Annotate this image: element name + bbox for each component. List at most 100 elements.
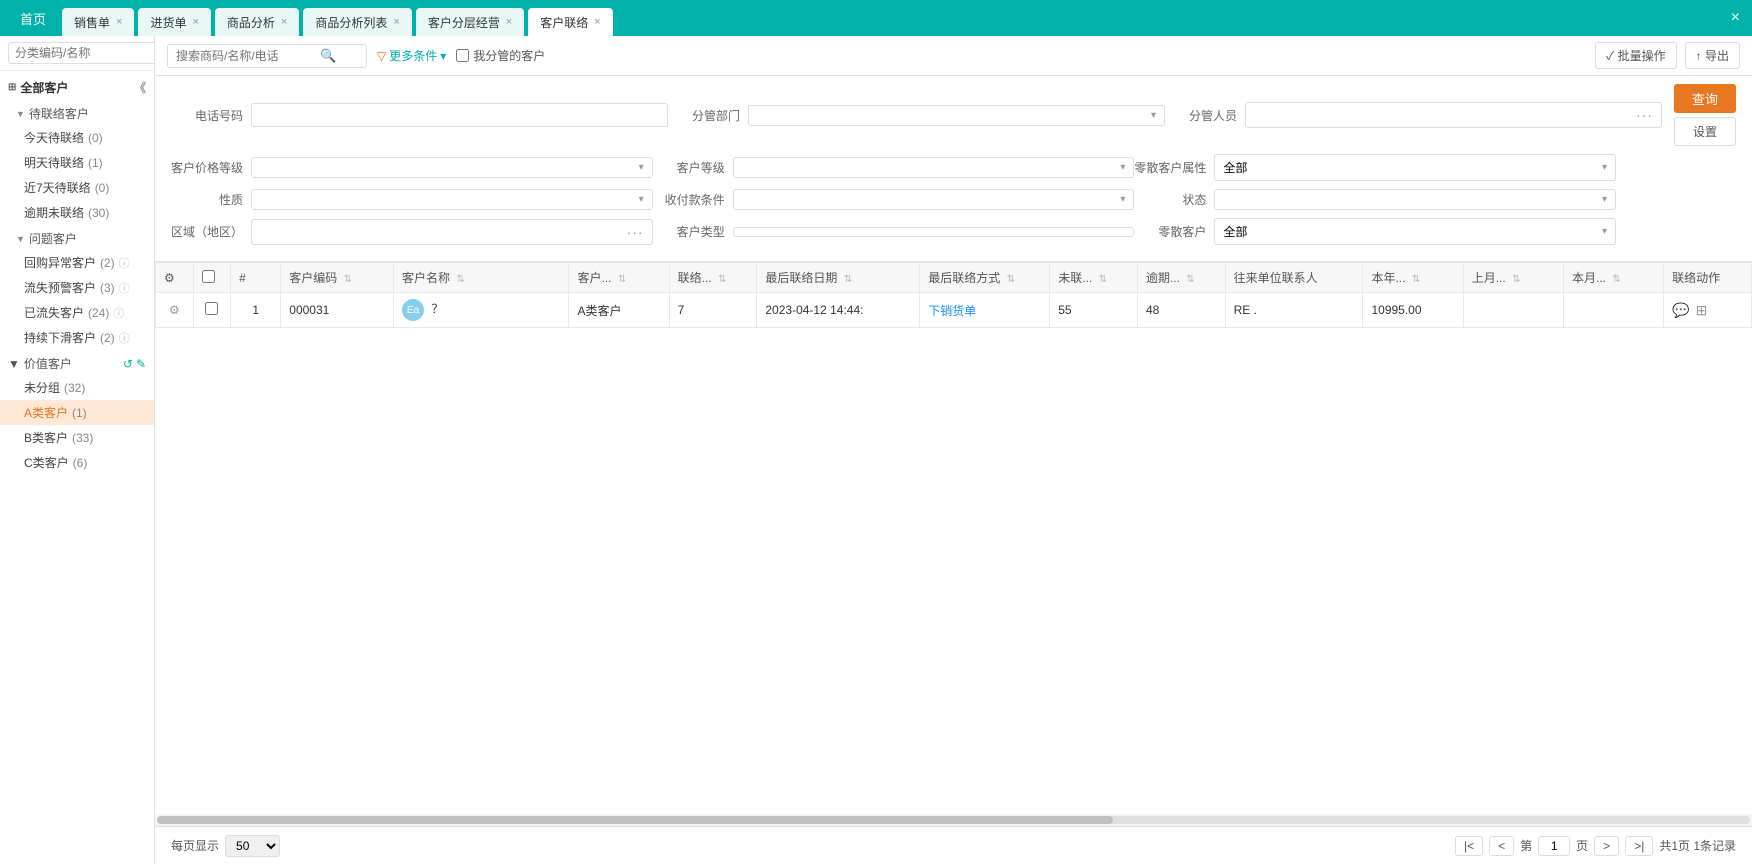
col-overdue-header[interactable]: 逾期... ⇅	[1137, 263, 1225, 293]
status-select[interactable]: ▾	[1214, 189, 1616, 210]
filter-payment-field: 收付款条件 ▾	[653, 189, 1135, 210]
sidebar-item-lost[interactable]: 已流失客户 (24) ⓘ	[0, 300, 154, 325]
payment-select[interactable]: ▾	[733, 189, 1135, 210]
my-customers-checkbox-area[interactable]: 我分管的客户	[456, 47, 545, 64]
col-last-method-header[interactable]: 最后联络方式 ⇅	[920, 263, 1050, 293]
my-customers-checkbox[interactable]	[456, 49, 469, 62]
region-select[interactable]: ···	[251, 219, 653, 245]
nav-tab-4[interactable]: 客户分层经营 ×	[416, 8, 524, 36]
all-customers-header[interactable]: ⊞ 全部客户 《	[0, 75, 154, 100]
sidebar-item-class-b[interactable]: B类客户 (33)	[0, 425, 154, 450]
nav-tab-close-4[interactable]: ×	[506, 16, 512, 28]
tomorrow-pending-label: 明天待联络	[24, 154, 84, 171]
sidebar-item-class-a[interactable]: A类客户 (1)	[0, 400, 154, 425]
query-button[interactable]: 查询	[1674, 84, 1736, 113]
sidebar-item-unclassified[interactable]: 未分组 (32)	[0, 375, 154, 400]
collapse-sidebar-icon[interactable]: 《	[134, 79, 146, 96]
class-b-label: B类客户	[24, 429, 68, 446]
col-last-date-header[interactable]: 最后联络日期 ⇅	[757, 263, 920, 293]
phone-input[interactable]	[251, 103, 668, 127]
filter-search-icon[interactable]: 🔍	[320, 48, 336, 64]
sidebar-item-tomorrow-pending[interactable]: 明天待联络 (1)	[0, 150, 154, 175]
col-contact-header[interactable]: 联络... ⇅	[669, 263, 757, 293]
close-all-tabs-icon[interactable]: ×	[1731, 9, 1740, 27]
sidebar-item-overdue-pending[interactable]: 逾期未联络 (30)	[0, 200, 154, 225]
price-level-select[interactable]: ▾	[251, 157, 653, 178]
page-size-select[interactable]: 50 100	[225, 835, 280, 857]
problem-customer-group[interactable]: ▼ 问题客户	[0, 225, 154, 250]
first-page-button[interactable]: |<	[1455, 836, 1483, 856]
col-name-header[interactable]: 客户名称 ⇅	[394, 263, 569, 293]
customer-level-select[interactable]: ▾	[733, 157, 1135, 178]
status-caret-icon: ▾	[1602, 194, 1607, 205]
sidebar-item-declining[interactable]: 持续下滑客户 (2) ⓘ	[0, 325, 154, 350]
nav-tab-close-2[interactable]: ×	[281, 16, 287, 28]
row-gear-icon[interactable]: ⚙	[169, 303, 180, 317]
info-icon-declining: ⓘ	[119, 330, 130, 346]
dept-select[interactable]: ▾	[748, 105, 1165, 126]
qr-icon[interactable]: ⊞	[1696, 302, 1708, 319]
manager-dots-icon: ···	[1636, 107, 1653, 123]
row-gear-cell[interactable]: ⚙	[156, 293, 194, 328]
row-checkbox[interactable]	[205, 302, 218, 315]
nav-tab-2[interactable]: 商品分析 ×	[215, 8, 299, 36]
gear-icon[interactable]: ⚙	[164, 271, 175, 285]
value-customer-group[interactable]: ▼ 价值客户 ↺ ✎	[0, 350, 154, 375]
nav-tab-close-3[interactable]: ×	[393, 16, 399, 28]
scroll-thumb[interactable]	[157, 816, 1113, 824]
export-button[interactable]: ↑ 导出	[1685, 42, 1740, 69]
row-last-method-cell[interactable]: 下销货单	[920, 293, 1050, 328]
row-last-date-cell: 2023-04-12 14:44:	[757, 293, 920, 328]
page-prefix-label: 第	[1520, 837, 1532, 854]
page-number-input[interactable]	[1538, 836, 1570, 856]
col-code-header[interactable]: 客户编码 ⇅	[281, 263, 394, 293]
retail-select[interactable]: 全部 ▾	[1214, 218, 1616, 245]
nav-tab-0[interactable]: 销售单 ×	[62, 8, 134, 36]
row-last-month-cell	[1463, 293, 1563, 328]
edit-icon[interactable]: ✎	[136, 357, 146, 371]
retail-attr-select[interactable]: 全部 ▾	[1214, 154, 1616, 181]
nav-tab-close-1[interactable]: ×	[192, 16, 198, 28]
col-this-month-header[interactable]: 本月... ⇅	[1563, 263, 1663, 293]
sidebar-search-input[interactable]	[8, 42, 155, 64]
col-year-header[interactable]: 本年... ⇅	[1363, 263, 1463, 293]
nav-tab-5[interactable]: 客户联络 ×	[528, 8, 612, 36]
settings-button[interactable]: 设置	[1674, 117, 1736, 146]
nav-tab-1[interactable]: 进货单 ×	[138, 8, 210, 36]
sidebar-item-today-pending[interactable]: 今天待联络 (0)	[0, 125, 154, 150]
nav-tab-3[interactable]: 商品分析列表 ×	[303, 8, 411, 36]
filter-search-input[interactable]	[176, 49, 316, 63]
sidebar-item-7day-pending[interactable]: 近7天待联络 (0)	[0, 175, 154, 200]
col-last-month-header[interactable]: 上月... ⇅	[1463, 263, 1563, 293]
nav-tab-close-5[interactable]: ×	[594, 16, 600, 28]
col-no-contact-sort-icon: ⇅	[1099, 274, 1107, 285]
refresh-icon[interactable]: ↺	[123, 357, 133, 371]
sidebar-item-loss-warning[interactable]: 流失预警客户 (3) ⓘ	[0, 275, 154, 300]
more-conditions-btn[interactable]: ▽ 更多条件 ▾	[377, 47, 446, 64]
chat-icon[interactable]: 💬	[1672, 302, 1689, 319]
home-tab[interactable]: 首页	[8, 0, 58, 36]
export-icon: ↑	[1696, 49, 1702, 63]
nature-select[interactable]: ▾	[251, 189, 653, 210]
col-checkbox-header[interactable]	[193, 263, 231, 293]
last-page-button[interactable]: >|	[1625, 836, 1653, 856]
horizontal-scrollbar[interactable]	[155, 814, 1752, 826]
manager-select[interactable]: ···	[1245, 102, 1662, 128]
prev-page-button[interactable]: <	[1489, 836, 1514, 856]
sidebar-item-repurchase-abnormal[interactable]: 回购异常客户 (2) ⓘ	[0, 250, 154, 275]
col-gear-header[interactable]: ⚙	[156, 263, 194, 293]
col-code-label: 客户编码	[289, 271, 337, 285]
batch-operation-button[interactable]: ✓ 批量操作	[1595, 42, 1677, 69]
pending-contact-group[interactable]: ▼ 待联络客户	[0, 100, 154, 125]
customer-type-select[interactable]	[733, 227, 1135, 237]
col-class-header[interactable]: 客户... ⇅	[569, 263, 669, 293]
retail-caret-icon: ▾	[1602, 226, 1607, 237]
row-checkbox-cell[interactable]	[193, 293, 231, 328]
next-page-button[interactable]: >	[1594, 836, 1619, 856]
sidebar-item-class-c[interactable]: C类客户 (6)	[0, 450, 154, 475]
row-name-cell: Ea ？	[394, 293, 569, 328]
col-no-contact-header[interactable]: 未联... ⇅	[1050, 263, 1138, 293]
nav-tab-close-0[interactable]: ×	[116, 16, 122, 28]
col-company-header: 往来单位联系人	[1225, 263, 1363, 293]
select-all-checkbox[interactable]	[202, 270, 215, 283]
